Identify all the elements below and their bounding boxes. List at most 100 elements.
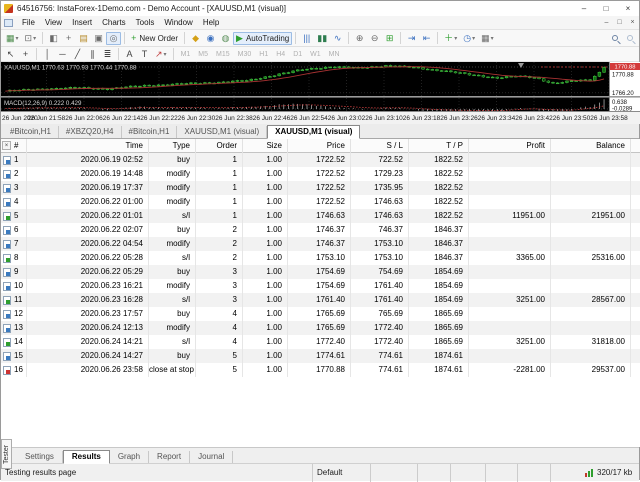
line-chart-button[interactable]: ∿ (330, 32, 345, 45)
cursor-button[interactable]: ↖ (3, 48, 18, 61)
table-row[interactable]: 3 2020.06.19 17:37 modify 1 1.00 1722.52 1735.… (1, 181, 640, 195)
tab-results[interactable]: Results (62, 450, 110, 464)
column-header-order[interactable]: Order (196, 138, 243, 153)
mql5-button[interactable]: ◉ (203, 32, 218, 45)
cell-order: 5 (196, 363, 243, 377)
status-profile[interactable]: Default (313, 463, 371, 482)
table-row[interactable]: 7 2020.06.22 04:54 modify 2 1.00 1746.37 1753.… (1, 237, 640, 251)
chart-tab[interactable]: XAUUSD,M1 (visual) (267, 125, 361, 139)
menu-help[interactable]: Help (198, 18, 224, 27)
child-minimize-button[interactable]: – (600, 19, 613, 26)
table-row[interactable]: 6 2020.06.22 02:07 buy 2 1.00 1746.37 746.37 18… (1, 223, 640, 237)
market-watch-button[interactable]: ◧ (46, 32, 61, 45)
column-header-sl[interactable]: S / L (351, 138, 409, 153)
metaeditor-button[interactable]: ◆ (188, 32, 203, 45)
column-header-profit[interactable]: Profit (469, 138, 551, 153)
strategy-tester-button[interactable]: ◎ (106, 31, 122, 45)
menu-insert[interactable]: Insert (67, 18, 97, 27)
trendline-button[interactable]: ╱ (70, 48, 85, 61)
chart-tab[interactable]: #Bitcoin,H1 (122, 126, 178, 138)
table-row[interactable]: 9 2020.06.22 05:29 buy 3 1.00 1754.69 754.69 18… (1, 265, 640, 279)
text-button[interactable]: A (122, 48, 137, 61)
menu-tools[interactable]: Tools (131, 18, 160, 27)
tab-report[interactable]: Report (149, 451, 191, 463)
timeframe-m5-button[interactable]: M5 (194, 48, 212, 60)
table-row[interactable]: 2 2020.06.19 14:48 modify 1 1.00 1722.52 1729.… (1, 167, 640, 181)
table-row[interactable]: 13 2020.06.24 12:13 modify 4 1.00 1765.69 1772… (1, 321, 640, 335)
templates-button[interactable]: ▦ ▾ (478, 32, 497, 45)
candlestick-button[interactable]: ▮▮ (314, 32, 330, 45)
menu-view[interactable]: View (40, 18, 67, 27)
table-row[interactable]: 11 2020.06.23 16:28 s/l 3 1.00 1761.40 1761.40… (1, 293, 640, 307)
chart-tab[interactable]: #Bitcoin,H1 (3, 126, 59, 138)
tab-settings[interactable]: Settings (17, 451, 63, 463)
timeframe-h4-button[interactable]: H4 (272, 48, 289, 60)
profiles-button[interactable]: ⊡ ▾ (22, 32, 40, 45)
table-row[interactable]: 10 2020.06.23 16:21 modify 3 1.00 1754.69 1761… (1, 279, 640, 293)
indicators-button[interactable]: ＋ ▾ (441, 32, 460, 45)
restore-button[interactable]: □ (595, 2, 617, 16)
table-row[interactable]: 8 2020.06.22 05:28 s/l 2 1.00 1753.10 1753.10 1… (1, 251, 640, 265)
tab-journal[interactable]: Journal (190, 451, 234, 463)
crosshair-button[interactable]: + (18, 48, 33, 61)
tab-graph[interactable]: Graph (110, 451, 150, 463)
chart-tab[interactable]: #XBZQ20,H4 (59, 126, 122, 138)
menu-file[interactable]: File (17, 18, 40, 27)
timeframe-mn-button[interactable]: MN (325, 48, 344, 60)
column-header-price[interactable]: Price (288, 138, 351, 153)
child-close-button[interactable]: × (626, 19, 639, 26)
bar-chart-button[interactable]: ||| (299, 32, 314, 45)
table-row[interactable]: 16 2020.06.26 23:58 close at stop 5 1.00 1770… (1, 363, 640, 377)
new-chart-button[interactable]: ▦ ▾ (3, 32, 22, 45)
timeframe-m1-button[interactable]: M1 (177, 48, 195, 60)
autotrading-button[interactable]: ▶ AutoTrading (233, 31, 293, 45)
chart-tab[interactable]: XAUUSD,M1 (visual) (177, 126, 268, 138)
table-row[interactable]: 14 2020.06.24 14:21 s/l 4 1.00 1772.40 1772.40… (1, 335, 640, 349)
panel-close-icon[interactable]: × (2, 141, 11, 150)
new-order-button[interactable]: + New Order (128, 32, 181, 45)
periods-button[interactable]: ◷ ▾ (460, 32, 478, 45)
time-tick-label: 26 Jun 23:10 (365, 115, 403, 122)
table-row[interactable]: 4 2020.06.22 01:00 modify 1 1.00 1722.52 1746.… (1, 195, 640, 209)
arrows-button[interactable]: ↗ ▾ (152, 48, 170, 61)
cell-sl: 1772.40 (351, 335, 409, 349)
menu-charts[interactable]: Charts (97, 18, 131, 27)
tile-windows-button[interactable]: ⊞ (382, 32, 397, 45)
channel-button[interactable]: ∥ (85, 48, 100, 61)
column-header-tp[interactable]: T / P (409, 138, 469, 153)
auto-scroll-button[interactable]: ⇥ (404, 32, 419, 45)
chart-shift-button[interactable]: ⇤ (419, 32, 434, 45)
terminal-button[interactable]: ▣ (91, 32, 106, 45)
timeframe-d1-button[interactable]: D1 (289, 48, 306, 60)
menu-window[interactable]: Window (159, 18, 197, 27)
cell-size: 1.00 (243, 223, 288, 237)
column-header-size[interactable]: Size (243, 138, 288, 153)
horizontal-line-button[interactable]: ─ (55, 48, 70, 61)
zoom-out-button[interactable]: ⊖ (367, 32, 382, 45)
timeframe-w1-button[interactable]: W1 (306, 48, 325, 60)
search-button[interactable] (607, 32, 622, 45)
column-header-balance[interactable]: Balance (551, 138, 631, 153)
help-button[interactable]: ◍ (218, 32, 233, 45)
navigator-button[interactable]: ▤ (76, 32, 91, 45)
vertical-line-button[interactable]: │ (40, 48, 55, 61)
column-header-type[interactable]: Type (149, 138, 196, 153)
column-header-time[interactable]: Time (27, 138, 149, 153)
candlestick-chart[interactable]: 1770.881770.881766.200.638-0.0289XAUUSD,… (1, 62, 640, 113)
tester-panel-caption[interactable]: Tester (1, 439, 12, 469)
close-button[interactable]: × (617, 2, 639, 16)
table-row[interactable]: 15 2020.06.24 14:27 buy 5 1.00 1774.61 774.61 1… (1, 349, 640, 363)
zoom-in-button[interactable]: ⊕ (352, 32, 367, 45)
table-row[interactable]: 12 2020.06.23 17:57 buy 4 1.00 1765.69 765.69 1… (1, 307, 640, 321)
timeframe-m15-button[interactable]: M15 (212, 48, 234, 60)
text-label-button[interactable]: T (137, 48, 152, 61)
child-restore-button[interactable]: □ (613, 19, 626, 26)
minimize-button[interactable]: – (573, 2, 595, 16)
community-search-button[interactable] (622, 32, 637, 45)
timeframe-h1-button[interactable]: H1 (255, 48, 272, 60)
table-row[interactable]: 5 2020.06.22 01:01 s/l 1 1.00 1746.63 1746.63 1… (1, 209, 640, 223)
timeframe-m30-button[interactable]: M30 (234, 48, 256, 60)
fibonacci-button[interactable]: ≣ (100, 48, 115, 61)
table-row[interactable]: 1 2020.06.19 02:52 buy 1 1.00 1722.52 722.52 18… (1, 153, 640, 167)
data-window-button[interactable]: + (61, 32, 76, 45)
